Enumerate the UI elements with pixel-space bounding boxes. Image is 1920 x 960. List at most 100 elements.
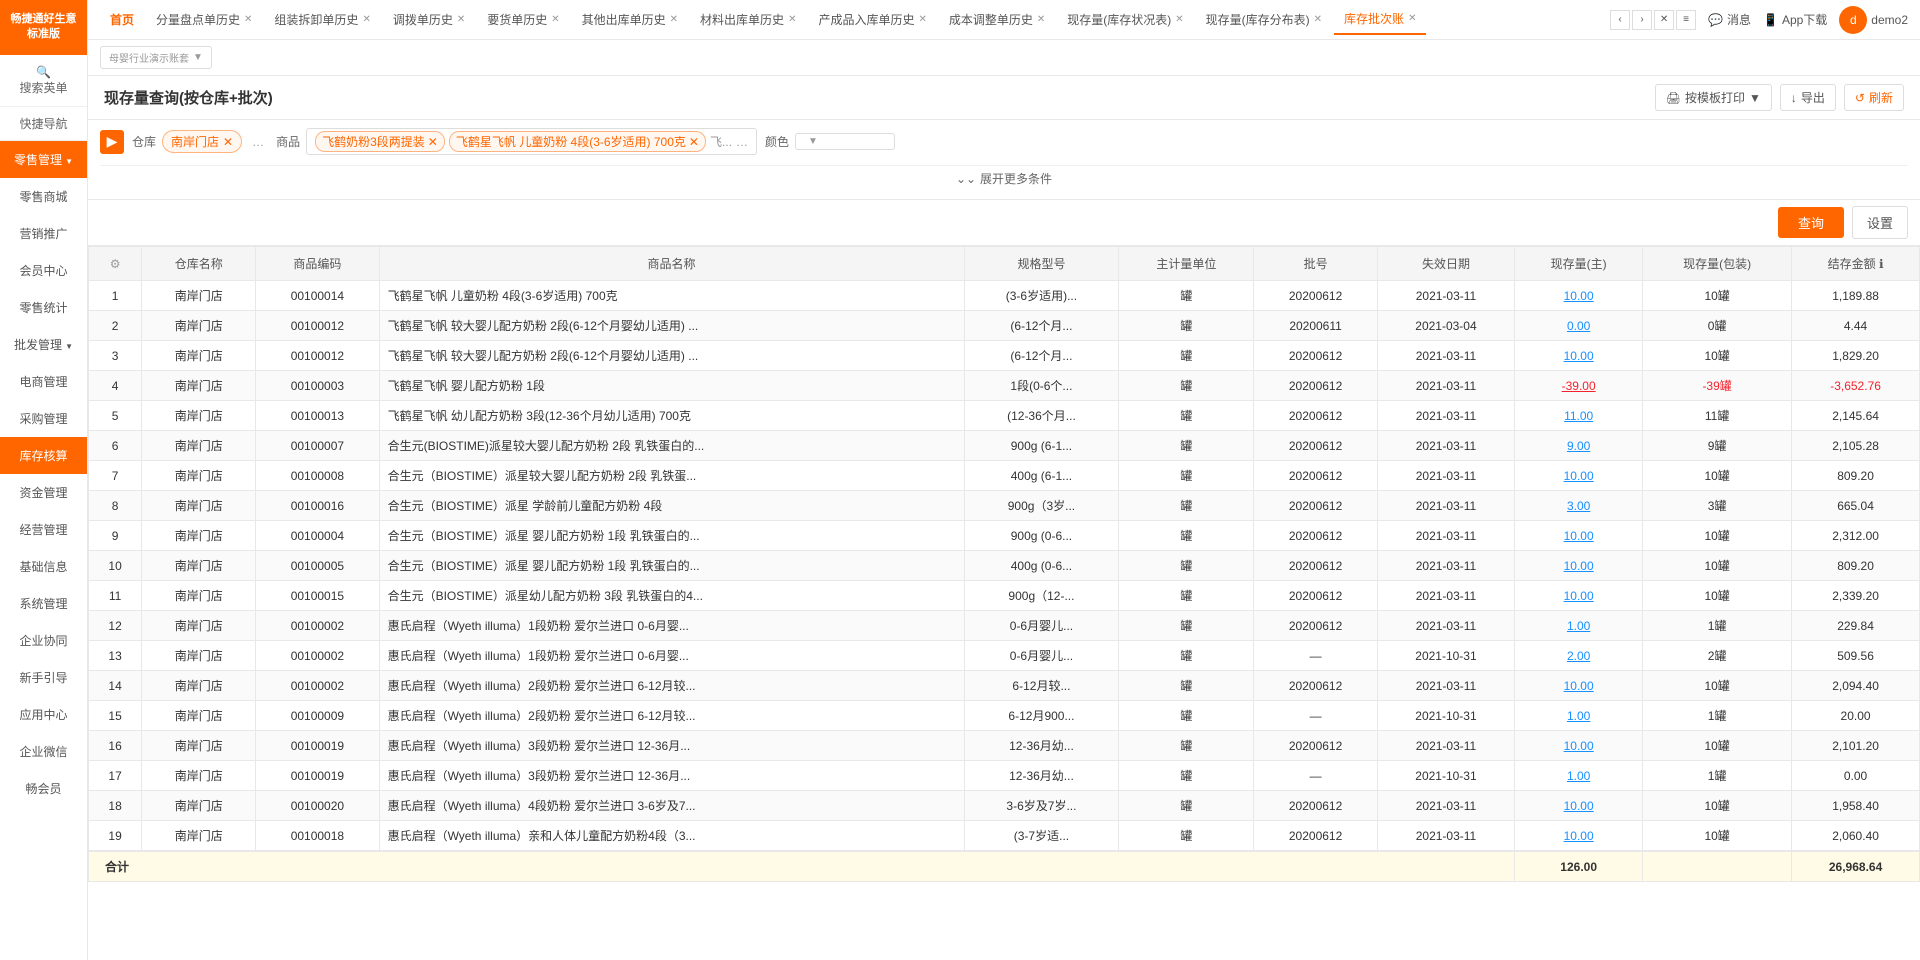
row-qty-main[interactable]: 10.00: [1515, 551, 1643, 581]
col-settings[interactable]: ⚙: [89, 247, 142, 281]
app-download-btn[interactable]: 📱 App下载: [1763, 11, 1827, 28]
row-expiry: 2021-03-11: [1377, 371, 1514, 401]
row-qty-main[interactable]: 10.00: [1515, 521, 1643, 551]
sidebar-retail-mgmt-label: 零售管理: [14, 153, 62, 167]
nav-tabs-left: 首页 分量盘点单历史 ✕ 组装拆卸单历史 ✕ 调拨单历史 ✕ 要货单历史 ✕ 其…: [100, 4, 1610, 35]
row-qty-main[interactable]: 2.00: [1515, 641, 1643, 671]
sidebar-item-basic-info[interactable]: 基础信息: [0, 548, 87, 585]
row-qty-main[interactable]: 10.00: [1515, 581, 1643, 611]
row-qty-main[interactable]: 0.00: [1515, 311, 1643, 341]
expand-more-btn[interactable]: ⌄⌄ 展开更多条件: [100, 165, 1908, 191]
product-tag-2-remove[interactable]: ✕: [689, 135, 699, 149]
account-selector[interactable]: 母婴行业演示账套 ▼: [100, 46, 212, 69]
nav-arrow-left[interactable]: ‹: [1610, 10, 1630, 30]
row-name: 惠氏启程（Wyeth illuma）3段奶粉 爱尔兰进口 12-36月...: [379, 731, 964, 761]
sidebar-item-purchase[interactable]: 采购管理: [0, 400, 87, 437]
row-qty-pkg: 2罐: [1643, 641, 1792, 671]
query-btn[interactable]: 查询: [1778, 207, 1844, 238]
row-amount: 1,958.40: [1792, 791, 1920, 821]
tab-assembly[interactable]: 组装拆卸单历史 ✕: [264, 5, 380, 34]
sidebar-item-inventory[interactable]: 库存核算: [0, 437, 87, 474]
tab-close-icon10[interactable]: ✕: [1314, 14, 1322, 25]
row-qty-main[interactable]: 1.00: [1515, 701, 1643, 731]
row-qty-main[interactable]: -39.00: [1515, 371, 1643, 401]
sidebar-item-member[interactable]: 畅会员: [0, 770, 87, 807]
export-btn[interactable]: ↓ 导出: [1780, 84, 1836, 111]
tab-batch-account[interactable]: 库存批次账 ✕: [1334, 4, 1426, 35]
sidebar-item-member-center[interactable]: 会员中心: [0, 252, 87, 289]
col-name: 商品名称: [379, 247, 964, 281]
footer-qty-main: 126.00: [1515, 851, 1643, 882]
tab-cost-adjust[interactable]: 成本调整单历史 ✕: [939, 5, 1055, 34]
row-qty-main[interactable]: 9.00: [1515, 431, 1643, 461]
sidebar-item-finance[interactable]: 资金管理: [0, 474, 87, 511]
tab-close-icon4[interactable]: ✕: [551, 14, 559, 25]
sidebar-search[interactable]: 🔍 搜索英单: [0, 55, 87, 107]
tab-requisition[interactable]: 要货单历史 ✕: [477, 5, 569, 34]
tab-close-icon3[interactable]: ✕: [457, 14, 465, 25]
warehouse-more-dots[interactable]: …: [248, 135, 268, 149]
sidebar-item-retail-mgmt[interactable]: 零售管理 ▼: [0, 141, 87, 178]
print-template-btn[interactable]: 🖨 按模板打印 ▼: [1655, 84, 1772, 111]
filter-expand-btn[interactable]: ▶: [100, 130, 124, 154]
tab-close-icon2[interactable]: ✕: [362, 14, 370, 25]
sidebar-quick-nav[interactable]: 快捷导航: [0, 107, 87, 141]
sidebar-item-sys-mgmt[interactable]: 系统管理: [0, 585, 87, 622]
sidebar-item-operations[interactable]: 经营管理: [0, 511, 87, 548]
tab-close-icon7[interactable]: ✕: [918, 14, 926, 25]
tab-other-outbound[interactable]: 其他出库单历史 ✕: [572, 5, 688, 34]
product-filter-input[interactable]: 飞鹤奶粉3段两提装 ✕ 飞鹤星飞帆 儿童奶粉 4段(3-6岁适用) 700克 ✕…: [306, 128, 757, 155]
product-tag-1[interactable]: 飞鹤奶粉3段两提装 ✕: [315, 131, 445, 152]
row-qty-main[interactable]: 1.00: [1515, 611, 1643, 641]
warehouse-tag[interactable]: 南岸门店 ✕: [162, 130, 242, 153]
tab-close-icon8[interactable]: ✕: [1037, 14, 1045, 25]
sidebar-item-retail-shop[interactable]: 零售商城: [0, 178, 87, 215]
row-qty-main[interactable]: 10.00: [1515, 791, 1643, 821]
nav-menu[interactable]: ≡: [1676, 10, 1696, 30]
tab-product-inbound[interactable]: 产成品入库单历史 ✕: [808, 5, 936, 34]
row-qty-main[interactable]: 10.00: [1515, 671, 1643, 701]
sidebar-item-retail-stats[interactable]: 零售统计: [0, 289, 87, 326]
user-menu[interactable]: d demo2: [1839, 6, 1908, 34]
nav-close[interactable]: ✕: [1654, 10, 1674, 30]
column-settings-icon[interactable]: ⚙: [110, 257, 121, 271]
tab-home[interactable]: 首页: [100, 5, 144, 34]
refresh-btn[interactable]: ↺ 刷新: [1844, 84, 1904, 111]
sidebar-search-label: 搜索英单: [19, 81, 67, 95]
product-tag-1-remove[interactable]: ✕: [428, 135, 438, 149]
tab-close-icon11[interactable]: ✕: [1408, 13, 1416, 24]
message-btn[interactable]: 💬 消息: [1708, 11, 1751, 28]
row-qty-pkg: 10罐: [1643, 281, 1792, 311]
sidebar-item-wholesale[interactable]: 批发管理 ▼: [0, 326, 87, 363]
tab-transfer[interactable]: 调拨单历史 ✕: [383, 5, 475, 34]
row-qty-main[interactable]: 11.00: [1515, 401, 1643, 431]
tab-close-icon[interactable]: ✕: [244, 14, 252, 25]
settings-btn[interactable]: 设置: [1852, 206, 1908, 239]
sidebar-item-app-center[interactable]: 应用中心: [0, 696, 87, 733]
warehouse-remove-icon[interactable]: ✕: [223, 135, 233, 149]
tab-stock-dist[interactable]: 现存量(库存分布表) ✕: [1196, 5, 1332, 34]
row-qty-main[interactable]: 10.00: [1515, 281, 1643, 311]
tab-close-icon6[interactable]: ✕: [788, 14, 796, 25]
sidebar-item-marketing[interactable]: 营销推广: [0, 215, 87, 252]
tab-close-icon5[interactable]: ✕: [670, 14, 678, 25]
product-tag-2[interactable]: 飞鹤星飞帆 儿童奶粉 4段(3-6岁适用) 700克 ✕: [449, 131, 706, 152]
tab-stock-status[interactable]: 现存量(库存状况表) ✕: [1057, 5, 1193, 34]
row-expiry: 2021-03-11: [1377, 731, 1514, 761]
tab-material-outbound[interactable]: 材料出库单历史 ✕: [690, 5, 806, 34]
row-qty-main[interactable]: 10.00: [1515, 821, 1643, 852]
tab-close-icon9[interactable]: ✕: [1175, 14, 1183, 25]
row-qty-main[interactable]: 10.00: [1515, 731, 1643, 761]
nav-arrow-right[interactable]: ›: [1632, 10, 1652, 30]
row-qty-main[interactable]: 1.00: [1515, 761, 1643, 791]
tab-inventory-history[interactable]: 分量盘点单历史 ✕: [146, 5, 262, 34]
sidebar-item-new-guide[interactable]: 新手引导: [0, 659, 87, 696]
sidebar-item-enterprise[interactable]: 企业协同: [0, 622, 87, 659]
color-filter-select[interactable]: ▼: [795, 133, 895, 150]
row-qty-main[interactable]: 10.00: [1515, 341, 1643, 371]
row-qty-main[interactable]: 10.00: [1515, 461, 1643, 491]
sidebar-item-enterprise-wechat[interactable]: 企业微信: [0, 733, 87, 770]
row-qty-main[interactable]: 3.00: [1515, 491, 1643, 521]
sidebar-item-ecommerce[interactable]: 电商管理: [0, 363, 87, 400]
row-unit: 罐: [1119, 671, 1254, 701]
